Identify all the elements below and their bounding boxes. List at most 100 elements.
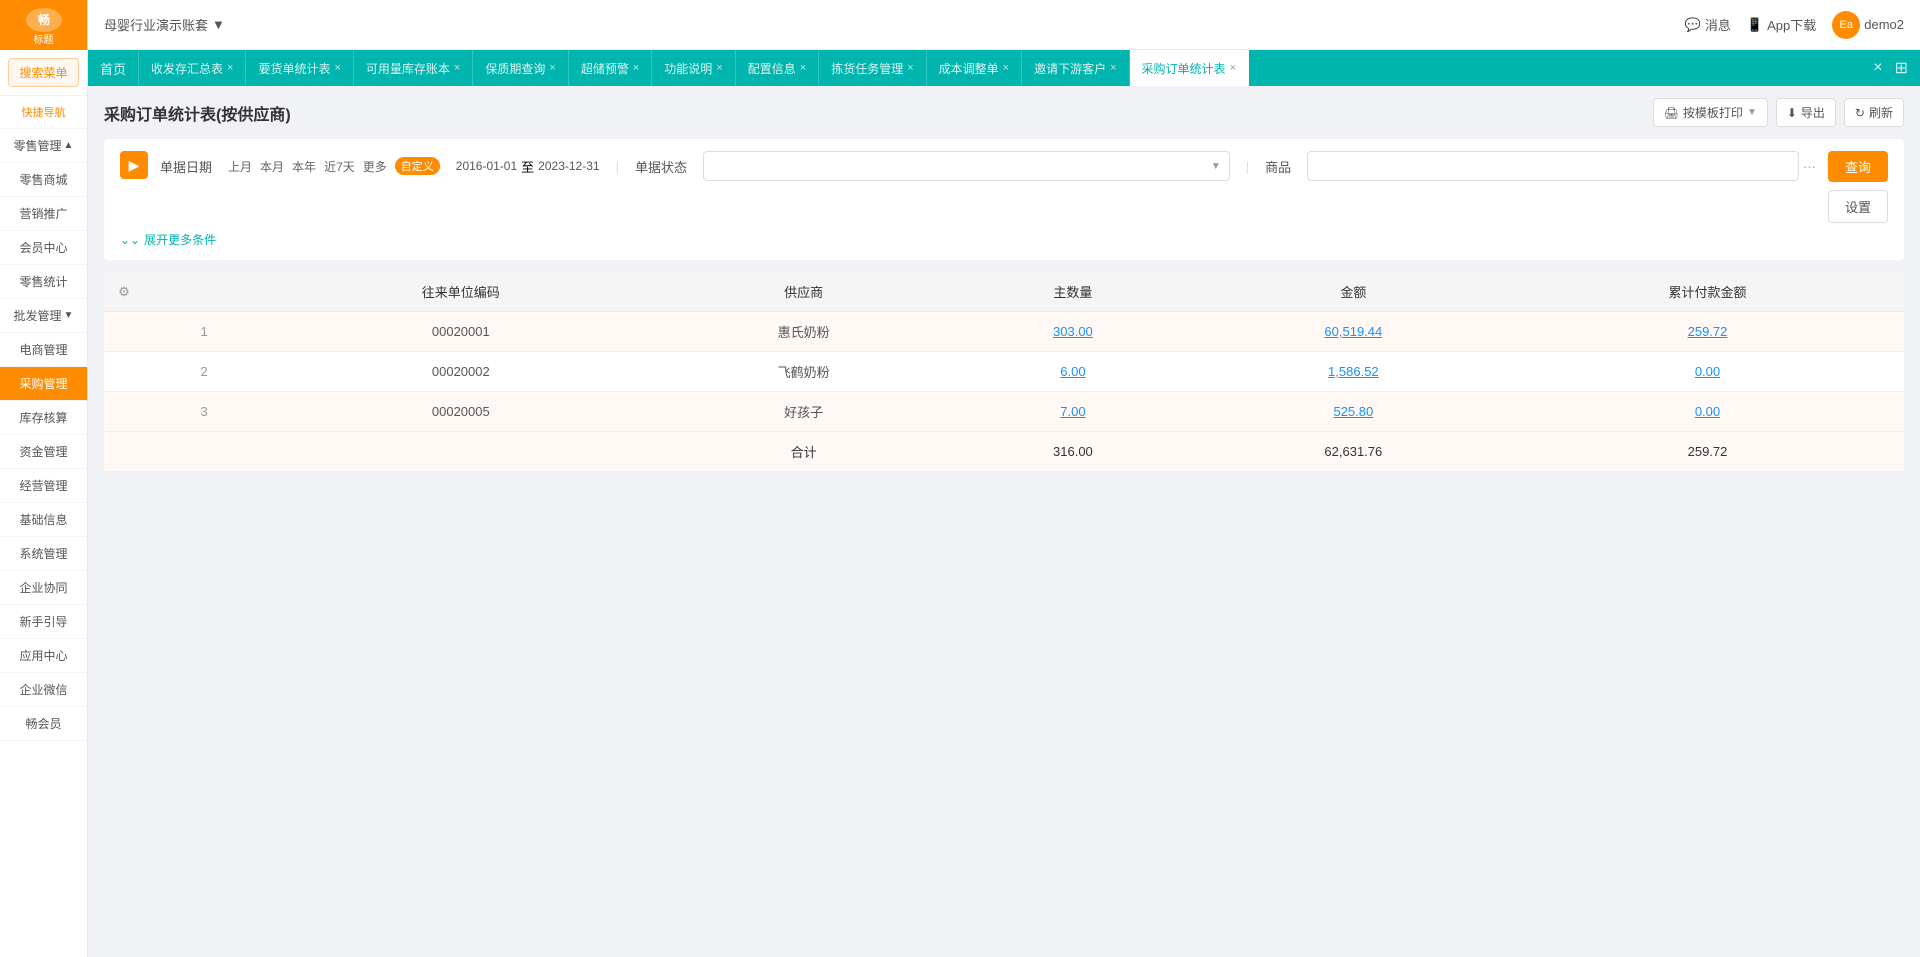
export-button[interactable]: ⬇ 导出 — [1776, 98, 1836, 127]
table-settings-icon[interactable]: ⚙ — [118, 284, 130, 299]
tab-available-inventory[interactable]: 可用量库存账本 × — [354, 50, 473, 86]
tab-cost-adjust[interactable]: 成本调整单 × — [927, 50, 1022, 86]
search-menu-button[interactable]: 搜索菜单 — [8, 58, 79, 87]
td-paid-3[interactable]: 0.00 — [1511, 392, 1904, 432]
sidebar-item-nav[interactable]: 快捷导航 — [0, 96, 87, 129]
tab-cost-adjust-label: 成本调整单 — [939, 60, 999, 77]
date-shortcut-last-month[interactable]: 上月 — [228, 158, 252, 175]
status-filter-select[interactable]: ▼ — [703, 151, 1230, 181]
user-profile[interactable]: Ea demo2 — [1832, 11, 1904, 39]
td-paid-2[interactable]: 0.00 — [1511, 352, 1904, 392]
sidebar-item-enterprise-wechat[interactable]: 企业微信 — [0, 673, 87, 707]
sidebar-item-new-guide[interactable]: 新手引导 — [0, 605, 87, 639]
table-container: ⚙ 往来单位编码 供应商 主数量 金额 累计付款金额 — [104, 272, 1904, 472]
sidebar-item-finance[interactable]: 资金管理 — [0, 435, 87, 469]
refresh-button[interactable]: ↻ 刷新 — [1844, 98, 1904, 127]
sidebar-item-retail-stats[interactable]: 零售统计 — [0, 265, 87, 299]
tab-home[interactable]: 首页 — [88, 50, 139, 86]
template-print-button[interactable]: 🖨 按模板打印 ▼ — [1653, 98, 1768, 127]
td-amount-3[interactable]: 525.80 — [1196, 392, 1511, 432]
date-shortcut-this-month[interactable]: 本月 — [260, 158, 284, 175]
tab-overstock-close[interactable]: × — [633, 62, 639, 74]
sidebar-item-marketing[interactable]: 营销推广 — [0, 197, 87, 231]
sidebar-item-inventory[interactable]: 库存核算 — [0, 401, 87, 435]
tab-purchase-summary-close[interactable]: × — [1230, 62, 1236, 74]
sidebar-item-wholesale-mgmt[interactable]: 批发管理 ▼ — [0, 299, 87, 333]
chevron-down-icon: ▼ — [64, 310, 74, 321]
sidebar-item-app-center[interactable]: 应用中心 — [0, 639, 87, 673]
tab-available-inventory-close[interactable]: × — [454, 62, 460, 74]
tab-invite-close[interactable]: × — [1110, 62, 1116, 74]
template-print-label: 按模板打印 — [1683, 104, 1743, 121]
tab-config-info[interactable]: 配置信息 × — [736, 50, 819, 86]
page-area: 采购订单统计表(按供应商) 🖨 按模板打印 ▼ ⬇ 导出 ↻ 刷新 — [88, 86, 1920, 957]
sidebar-logo: 畅 标题 — [0, 0, 87, 50]
account-selector[interactable]: 母婴行业演示账套 ▼ — [104, 15, 225, 34]
tab-config-label: 配置信息 — [748, 60, 796, 77]
sidebar-item-ops[interactable]: 经营管理 — [0, 469, 87, 503]
goods-more-icon[interactable]: ··· — [1803, 159, 1816, 174]
filter-separator-2: | — [1246, 159, 1249, 174]
table-body: 1 00020001 惠氏奶粉 303.00 60,519.44 259.72 … — [104, 312, 1904, 432]
sidebar-item-purchase-mgmt[interactable]: 采购管理 — [0, 367, 87, 401]
sidebar-item-member-center[interactable]: 会员中心 — [0, 231, 87, 265]
sidebar-item-retail-mall[interactable]: 零售商城 — [0, 163, 87, 197]
sidebar-item-enterprise-coop[interactable]: 企业协同 — [0, 571, 87, 605]
th-settings[interactable]: ⚙ — [104, 272, 144, 312]
tab-invite-downstream[interactable]: 邀请下游客户 × — [1022, 50, 1129, 86]
tab-receive-summary-close[interactable]: × — [227, 62, 233, 74]
tab-pick-task[interactable]: 拣货任务管理 × — [819, 50, 926, 86]
td-main-qty-1[interactable]: 303.00 — [950, 312, 1196, 352]
tab-pick-task-close[interactable]: × — [907, 62, 913, 74]
tab-expiry-close[interactable]: × — [549, 62, 555, 74]
page-title: 采购订单统计表(按供应商) — [104, 101, 291, 125]
date-shortcut-7days[interactable]: 近7天 — [324, 158, 355, 175]
tab-requisition-close[interactable]: × — [334, 62, 340, 74]
tab-overstock[interactable]: 超储预警 × — [569, 50, 652, 86]
footer-label: 合计 — [657, 432, 950, 472]
tab-requisition[interactable]: 要货单统计表 × — [246, 50, 353, 86]
filter-row: 单据日期 上月 本月 本年 近7天 更多 自定义 2016-01-01 — [160, 151, 1816, 181]
sidebar-item-system[interactable]: 系统管理 — [0, 537, 87, 571]
td-main-qty-3[interactable]: 7.00 — [950, 392, 1196, 432]
tab-config-close[interactable]: × — [800, 62, 806, 74]
goods-filter-input[interactable] — [1307, 151, 1799, 181]
tab-close-all-button[interactable]: × — [1869, 59, 1886, 77]
status-dropdown-icon: ▼ — [1211, 161, 1221, 172]
message-label: 消息 — [1705, 15, 1731, 34]
tab-purchase-summary[interactable]: 采购订单统计表 × — [1130, 50, 1249, 86]
date-custom-tag[interactable]: 自定义 — [395, 157, 440, 175]
footer-empty-1 — [104, 432, 144, 472]
sidebar-item-basic-info[interactable]: 基础信息 — [0, 503, 87, 537]
tab-func-desc-close[interactable]: × — [716, 62, 722, 74]
expand-more-area: ⌄⌄ 展开更多条件 — [120, 231, 1888, 248]
td-main-qty-2[interactable]: 6.00 — [950, 352, 1196, 392]
td-amount-2[interactable]: 1,586.52 — [1196, 352, 1511, 392]
sidebar-item-retail-mgmt[interactable]: 零售管理 ▲ — [0, 129, 87, 163]
expand-more-button[interactable]: ⌄⌄ 展开更多条件 — [120, 231, 216, 248]
tab-fullscreen-button[interactable]: ⊞ — [1891, 58, 1912, 78]
footer-empty-2 — [144, 432, 264, 472]
td-settings-2 — [104, 352, 144, 392]
date-shortcut-this-year[interactable]: 本年 — [292, 158, 316, 175]
message-button[interactable]: 💬 消息 — [1685, 15, 1731, 34]
tab-cost-adjust-close[interactable]: × — [1003, 62, 1009, 74]
sidebar-item-ecommerce[interactable]: 电商管理 — [0, 333, 87, 367]
sidebar-search-area: 搜索菜单 — [0, 50, 87, 96]
tab-expiry-query[interactable]: 保质期查询 × — [473, 50, 568, 86]
td-paid-1[interactable]: 259.72 — [1511, 312, 1904, 352]
tab-func-desc[interactable]: 功能说明 × — [652, 50, 735, 86]
date-shortcut-more[interactable]: 更多 — [363, 158, 387, 175]
tab-receive-summary-label: 收发存汇总表 — [151, 60, 223, 77]
settings-button[interactable]: 设置 — [1828, 190, 1888, 223]
refresh-label: 刷新 — [1869, 104, 1893, 121]
td-amount-1[interactable]: 60,519.44 — [1196, 312, 1511, 352]
table-row: 1 00020001 惠氏奶粉 303.00 60,519.44 259.72 — [104, 312, 1904, 352]
filter-toggle-button[interactable]: ▶ — [120, 151, 148, 179]
query-button[interactable]: 查询 — [1828, 151, 1888, 182]
tab-receive-summary[interactable]: 收发存汇总表 × — [139, 50, 246, 86]
td-seq-1: 1 — [144, 312, 264, 352]
app-download-button[interactable]: 📱 App下载 — [1747, 15, 1816, 34]
th-supplier: 供应商 — [657, 272, 950, 312]
sidebar-item-member[interactable]: 畅会员 — [0, 707, 87, 741]
